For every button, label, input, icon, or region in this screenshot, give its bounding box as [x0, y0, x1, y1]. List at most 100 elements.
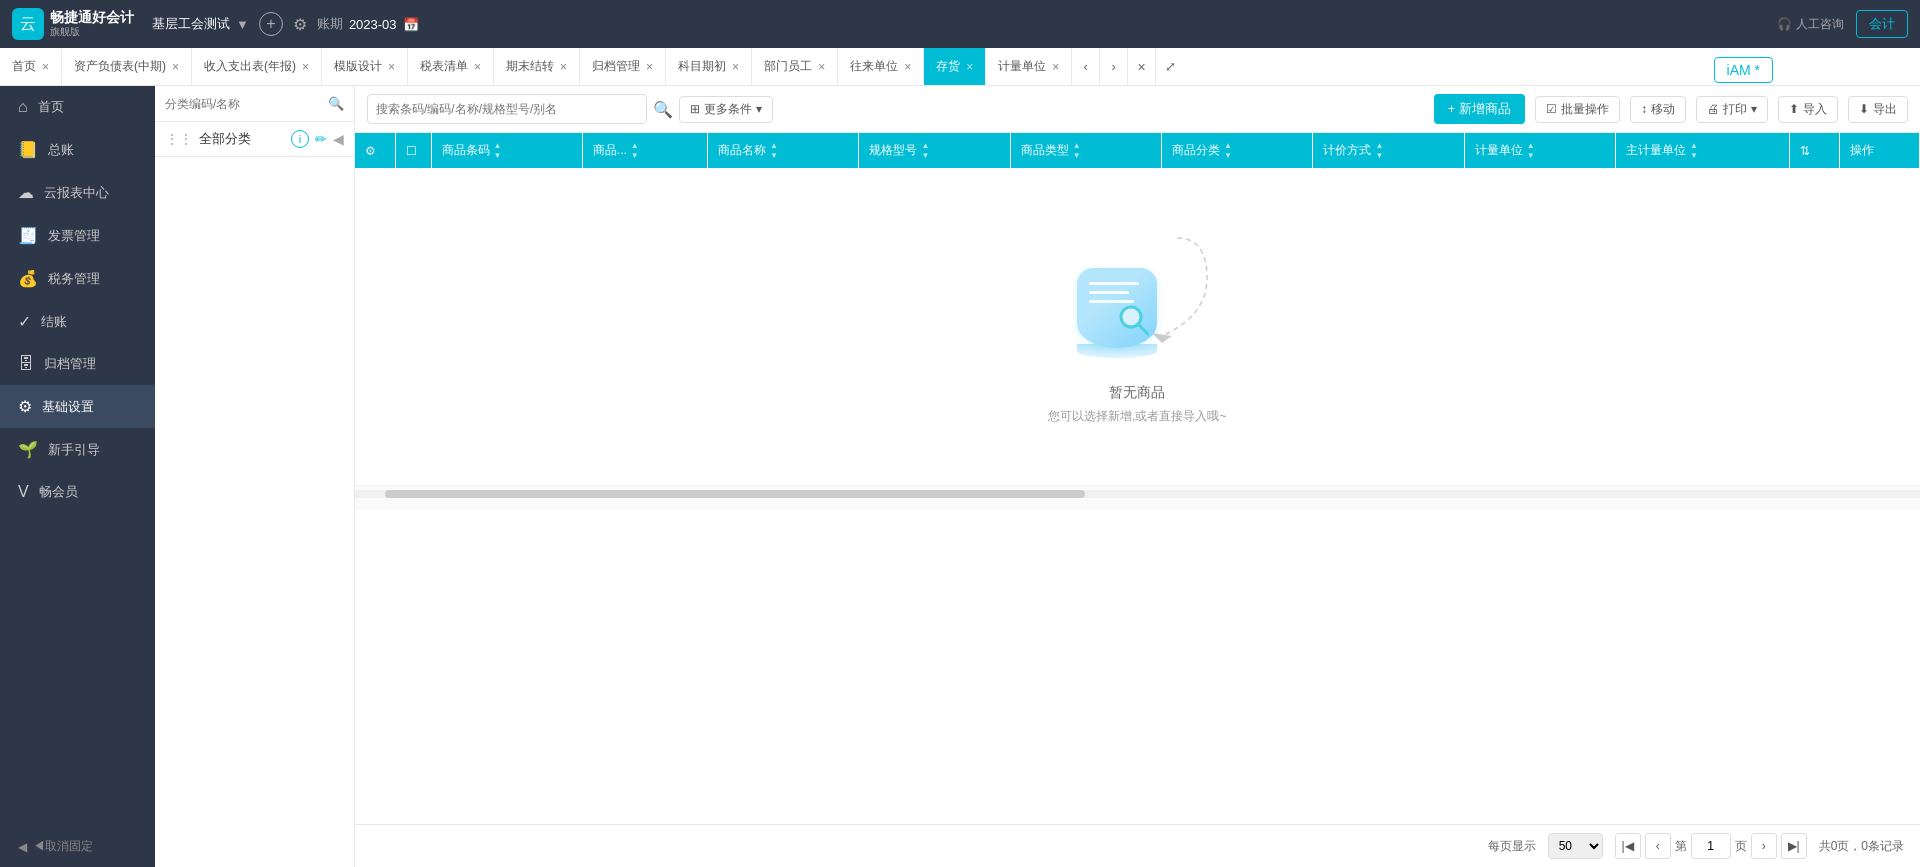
first-page-button[interactable]: |◀ — [1615, 833, 1641, 859]
tab-period-close[interactable]: 期末结转 × — [494, 48, 580, 86]
category-info-icon[interactable]: i — [291, 130, 309, 148]
add-tab-button[interactable]: + — [259, 12, 283, 36]
product-search-input[interactable] — [367, 94, 647, 124]
col-type[interactable]: 商品类型 ▲▼ — [1010, 133, 1161, 168]
scroll-track[interactable] — [355, 485, 1920, 510]
type-sort[interactable]: ▲▼ — [1073, 141, 1081, 160]
next-page-button[interactable]: › — [1751, 833, 1777, 859]
category-search-input[interactable] — [165, 97, 322, 111]
sidebar-item-report[interactable]: ☁ 云报表中心 — [0, 171, 155, 214]
category-search-icon[interactable]: 🔍 — [328, 96, 344, 111]
tab-balance-sheet[interactable]: 资产负债表(中期) × — [62, 48, 192, 86]
col-settings[interactable]: ⚙ — [355, 133, 395, 168]
sidebar-unpin-button[interactable]: ◀ ◀取消固定 — [0, 826, 155, 867]
help-button[interactable]: 🎧 人工咨询 — [1777, 16, 1844, 33]
col-category[interactable]: 商品分类 ▲▼ — [1162, 133, 1313, 168]
tab-template[interactable]: 模版设计 × — [322, 48, 408, 86]
export-button[interactable]: ⬇ 导出 — [1848, 96, 1908, 123]
sidebar-item-member[interactable]: V 畅会员 — [0, 471, 155, 513]
sidebar-item-guide[interactable]: 🌱 新手引导 — [0, 428, 155, 471]
col-checkbox[interactable]: ☐ — [395, 133, 431, 168]
print-button[interactable]: 🖨 打印 ▾ — [1696, 96, 1768, 123]
category-edit-icon[interactable]: ✏ — [315, 131, 327, 147]
toolbar: 🔍 ⊞ 更多条件 ▾ + 新增商品 ☑ 批量操作 ↕ 移动 — [355, 86, 1920, 133]
col-barcode[interactable]: 商品条码 ▲▼ — [431, 133, 582, 168]
sidebar-item-invoice[interactable]: 🧾 发票管理 — [0, 214, 155, 257]
sidebar-item-close[interactable]: ✓ 结账 — [0, 300, 155, 343]
price-sort[interactable]: ▲▼ — [1375, 141, 1383, 160]
tab-archive-close[interactable]: × — [646, 60, 653, 74]
sidebar-item-settings[interactable]: ⚙ 基础设置 — [0, 385, 155, 428]
search-button[interactable]: 🔍 — [653, 100, 673, 119]
filter-arrow: ▾ — [756, 102, 762, 116]
sidebar-item-ledger[interactable]: 📒 总账 — [0, 128, 155, 171]
col-operations: 操作 — [1840, 133, 1920, 168]
sidebar-item-home[interactable]: ⌂ 首页 — [0, 86, 155, 128]
tab-balance-sheet-close[interactable]: × — [172, 60, 179, 74]
tab-period-close-x[interactable]: × — [560, 60, 567, 74]
svg-line-2 — [1138, 324, 1148, 334]
tab-home[interactable]: 首页 × — [0, 48, 62, 86]
add-product-button[interactable]: + 新增商品 — [1434, 94, 1525, 124]
filter-button[interactable]: ⊞ 更多条件 ▾ — [679, 96, 773, 123]
tab-income[interactable]: 收入支出表(年报) × — [192, 48, 322, 86]
name-sort[interactable]: ▲▼ — [770, 141, 778, 160]
tab-home-close[interactable]: × — [42, 60, 49, 74]
batch-button[interactable]: ☑ 批量操作 — [1535, 96, 1620, 123]
tab-dept-close[interactable]: × — [818, 60, 825, 74]
tab-subject[interactable]: 科目期初 × — [666, 48, 752, 86]
tab-template-close[interactable]: × — [388, 60, 395, 74]
footer: 每页显示 50 10 20 100 |◀ ‹ 第 页 › ▶| — [355, 824, 1920, 867]
tab-partner-close[interactable]: × — [904, 60, 911, 74]
period-selector[interactable]: 账期 2023-03 📅 — [317, 15, 419, 33]
prev-page-button[interactable]: ‹ — [1645, 833, 1671, 859]
unit-sort[interactable]: ▲▼ — [1527, 141, 1535, 160]
empty-description: 您可以选择新增,或者直接导入哦~ — [1048, 408, 1226, 425]
col-price-method[interactable]: 计价方式 ▲▼ — [1313, 133, 1464, 168]
tab-expand-button[interactable]: ⤢ — [1156, 48, 1184, 86]
main-unit-sort[interactable]: ▲▼ — [1690, 141, 1698, 160]
tab-inventory[interactable]: 存货 × — [924, 48, 986, 86]
tab-inventory-close[interactable]: × — [966, 60, 973, 74]
tab-close-all-button[interactable]: × — [1128, 48, 1156, 86]
spec-sort[interactable]: ▲▼ — [921, 141, 929, 160]
iam-button[interactable]: iAM * — [1714, 57, 1773, 83]
all-category-label[interactable]: 全部分类 — [199, 130, 285, 148]
col-unit[interactable]: 计量单位 ▲▼ — [1464, 133, 1615, 168]
category-collapse-icon[interactable]: ◀ — [333, 131, 344, 147]
horizontal-scrollbar[interactable] — [355, 490, 1920, 498]
col-code[interactable]: 商品... ▲▼ — [582, 133, 707, 168]
col-main-unit[interactable]: 主计量单位 ▲▼ — [1616, 133, 1790, 168]
tab-dept[interactable]: 部门员工 × — [752, 48, 838, 86]
tab-tax[interactable]: 税表清单 × — [408, 48, 494, 86]
tab-unit-close[interactable]: × — [1052, 60, 1059, 74]
tab-income-close[interactable]: × — [302, 60, 309, 74]
col-extra[interactable]: ⇅ — [1790, 133, 1840, 168]
barcode-sort[interactable]: ▲▼ — [494, 141, 502, 160]
col-name[interactable]: 商品名称 ▲▼ — [708, 133, 859, 168]
tab-unit[interactable]: 计量单位 × — [986, 48, 1072, 86]
tab-subject-close[interactable]: × — [732, 60, 739, 74]
code-sort[interactable]: ▲▼ — [631, 141, 639, 160]
company-selector[interactable]: 基层工会测试 ▼ — [152, 15, 249, 33]
move-button[interactable]: ↕ 移动 — [1630, 96, 1686, 123]
invoice-icon: 🧾 — [18, 226, 38, 245]
last-page-button[interactable]: ▶| — [1781, 833, 1807, 859]
tab-prev-button[interactable]: ‹ — [1072, 48, 1100, 86]
page-size-select[interactable]: 50 10 20 100 — [1548, 833, 1603, 859]
sidebar-item-tax[interactable]: 💰 税务管理 — [0, 257, 155, 300]
drag-icon: ⋮⋮ — [165, 131, 193, 147]
sidebar-item-archive[interactable]: 🗄 归档管理 — [0, 343, 155, 385]
export-label: 导出 — [1873, 101, 1897, 118]
account-button[interactable]: 会计 — [1856, 10, 1908, 38]
calendar-icon[interactable]: 📅 — [403, 17, 419, 32]
tab-partner[interactable]: 往来单位 × — [838, 48, 924, 86]
tab-archive[interactable]: 归档管理 × — [580, 48, 666, 86]
settings-icon[interactable]: ⚙ — [293, 15, 307, 34]
import-button[interactable]: ⬆ 导入 — [1778, 96, 1838, 123]
tab-tax-close[interactable]: × — [474, 60, 481, 74]
page-number-input[interactable] — [1691, 833, 1731, 859]
col-spec[interactable]: 规格型号 ▲▼ — [859, 133, 1010, 168]
tab-next-button[interactable]: › — [1100, 48, 1128, 86]
category-sort[interactable]: ▲▼ — [1224, 141, 1232, 160]
